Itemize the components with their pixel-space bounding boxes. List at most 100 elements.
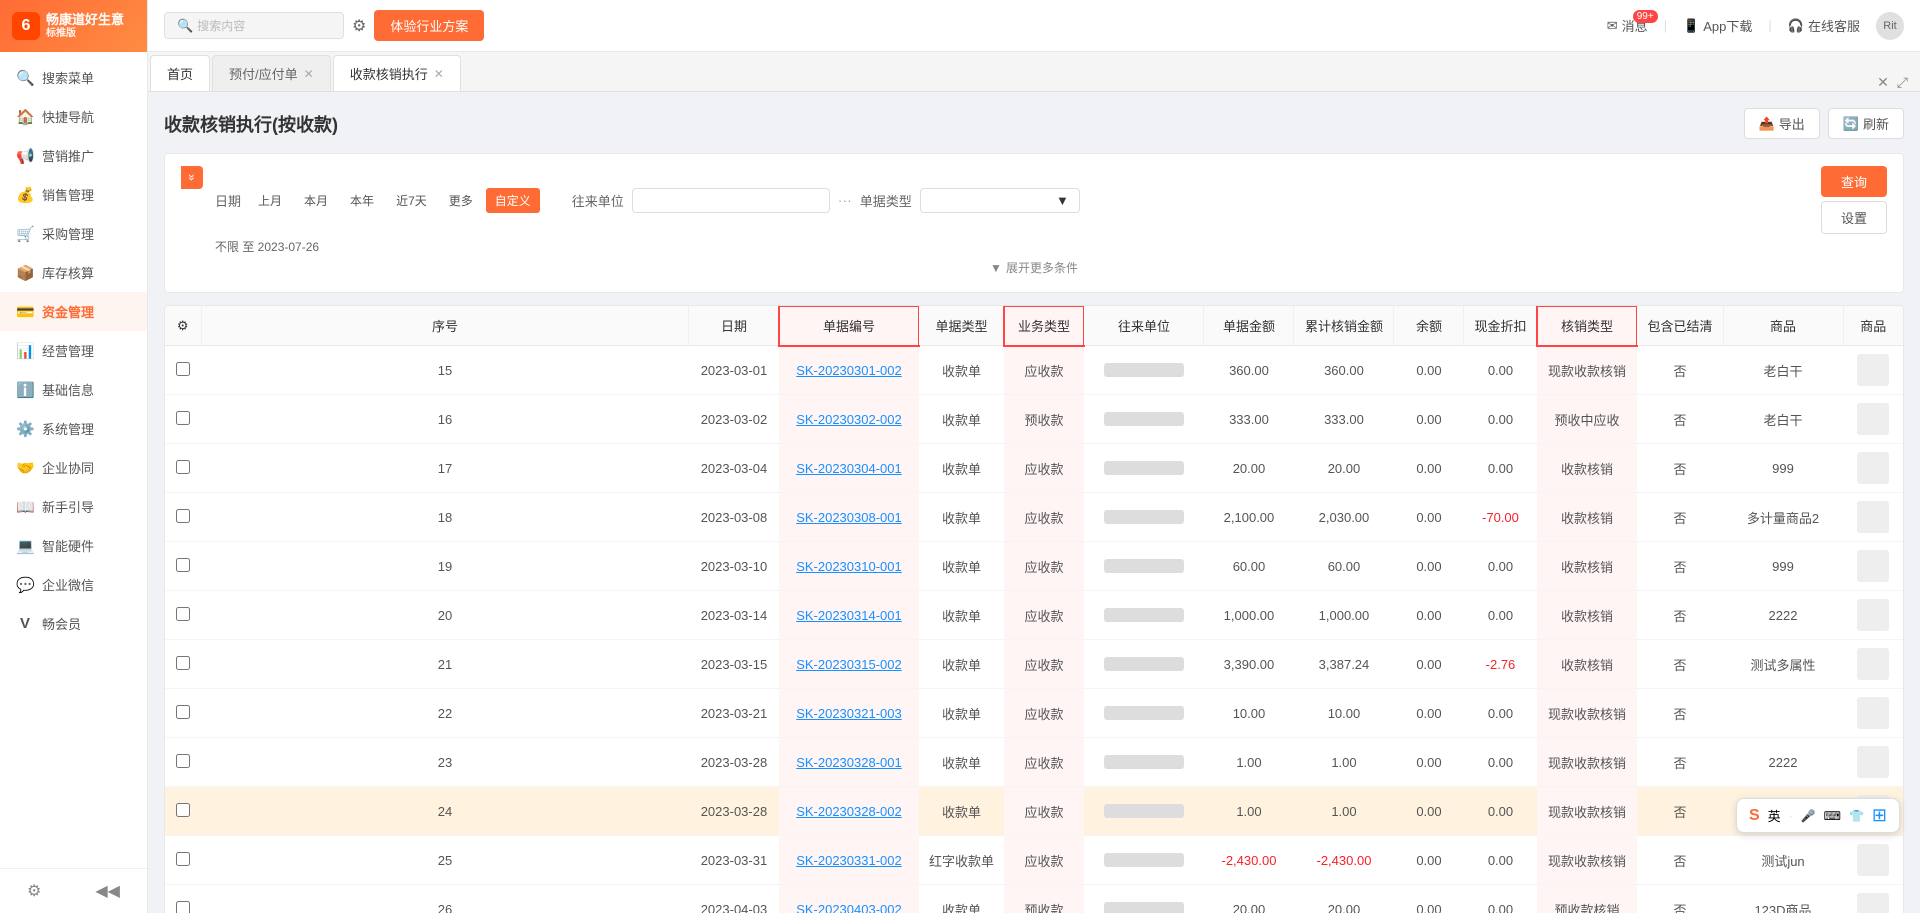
- doc-type-select[interactable]: ▼: [920, 188, 1080, 213]
- row-docno[interactable]: SK-20230328-001: [779, 738, 919, 787]
- sidebar-item-basic[interactable]: ℹ️ 基础信息: [0, 370, 147, 409]
- shirt-icon[interactable]: 👕: [1849, 809, 1864, 823]
- row-balance: 0.00: [1394, 787, 1464, 836]
- sidebar-item-operations[interactable]: 📊 经营管理: [0, 331, 147, 370]
- custom-btn[interactable]: 自定义: [486, 188, 540, 213]
- row-docno[interactable]: SK-20230331-002: [779, 836, 919, 885]
- sidebar-item-wechat[interactable]: 💬 企业微信: [0, 565, 147, 604]
- mic-icon[interactable]: 🎤: [1801, 809, 1816, 823]
- col-header-partner: 往来单位: [1084, 306, 1204, 346]
- prev-month-btn[interactable]: 上月: [249, 188, 291, 213]
- sidebar-item-member[interactable]: V 畅会员: [0, 604, 147, 643]
- expand-more-conditions[interactable]: ▼ 展开更多条件: [181, 255, 1887, 280]
- sidebar-item-sales[interactable]: 💰 销售管理: [0, 175, 147, 214]
- online-service-button[interactable]: 🎧 在线客服: [1788, 16, 1860, 35]
- row-incl: 否: [1637, 738, 1723, 787]
- row-docno[interactable]: SK-20230314-001: [779, 591, 919, 640]
- row-cumwrite: 2,030.00: [1294, 493, 1394, 542]
- topbar-gear-icon[interactable]: ⚙: [352, 16, 366, 36]
- sidebar-item-search[interactable]: 🔍 搜索菜单: [0, 58, 147, 97]
- grid-icon[interactable]: ⊞: [1872, 805, 1887, 826]
- row-checkbox[interactable]: [165, 542, 201, 591]
- tab-prepay[interactable]: 预付/应付单 ✕: [212, 55, 331, 91]
- row-amount: 20.00: [1204, 885, 1294, 913]
- row-writetype: 收款核销: [1537, 444, 1637, 493]
- this-year-btn[interactable]: 本年: [341, 188, 383, 213]
- col-header-docno: 单据编号: [779, 306, 919, 346]
- row-docno[interactable]: SK-20230315-002: [779, 640, 919, 689]
- sidebar-item-marketing[interactable]: 📢 营销推广: [0, 136, 147, 175]
- expand-tab-icon[interactable]: ⤢: [1897, 74, 1908, 91]
- tab-writeoff[interactable]: 收款核销执行 ✕: [333, 55, 461, 91]
- sidebar-item-hardware[interactable]: 💻 智能硬件: [0, 526, 147, 565]
- col-header-gear[interactable]: ⚙: [165, 306, 201, 346]
- sidebar-item-system[interactable]: ⚙️ 系统管理: [0, 409, 147, 448]
- row-biztype: 应收款: [1004, 640, 1084, 689]
- refresh-button[interactable]: 🔄 刷新: [1828, 108, 1904, 139]
- settings-icon[interactable]: ⚙: [19, 877, 49, 905]
- search-menu-icon: 🔍: [16, 69, 34, 87]
- guide-icon: 📖: [16, 498, 34, 516]
- row-incl: 否: [1637, 836, 1723, 885]
- sidebar-item-guide[interactable]: 📖 新手引导: [0, 487, 147, 526]
- row-docno[interactable]: SK-20230328-002: [779, 787, 919, 836]
- basic-icon: ℹ️: [16, 381, 34, 399]
- sidebar-item-inventory[interactable]: 📦 库存核算: [0, 253, 147, 292]
- logo-icon: 6: [12, 12, 40, 40]
- sidebar-item-purchase[interactable]: 🛒 采购管理: [0, 214, 147, 253]
- partner-filter-input[interactable]: [632, 188, 830, 213]
- col-header-date: 日期: [689, 306, 779, 346]
- last7-btn[interactable]: 近7天: [387, 188, 436, 213]
- row-checkbox[interactable]: [165, 836, 201, 885]
- row-docno[interactable]: SK-20230302-002: [779, 395, 919, 444]
- avatar[interactable]: Rit: [1876, 12, 1904, 40]
- row-doctype: 收款单: [919, 591, 1004, 640]
- row-docno[interactable]: SK-20230403-002: [779, 885, 919, 913]
- row-checkbox[interactable]: [165, 787, 201, 836]
- row-writetype: 收款核销: [1537, 542, 1637, 591]
- row-partner: [1084, 738, 1204, 787]
- row-goods: [1723, 689, 1843, 738]
- row-docno[interactable]: SK-20230308-001: [779, 493, 919, 542]
- message-button[interactable]: ✉ 消息 99+: [1607, 16, 1648, 35]
- row-checkbox[interactable]: [165, 689, 201, 738]
- tab-prepay-close[interactable]: ✕: [304, 67, 314, 81]
- row-checkbox[interactable]: [165, 493, 201, 542]
- export-button[interactable]: 📤 导出: [1744, 108, 1820, 139]
- filter-ellipsis[interactable]: ···: [838, 192, 852, 208]
- col-header-cashdisc: 现金折扣: [1464, 306, 1537, 346]
- solution-button[interactable]: 体验行业方案: [374, 10, 484, 41]
- row-goods: 123D商品: [1723, 885, 1843, 913]
- tab-home[interactable]: 首页: [150, 55, 210, 91]
- app-edition: 标推版: [46, 28, 124, 40]
- filter-expand-left-button[interactable]: »: [181, 166, 203, 189]
- row-checkbox[interactable]: [165, 738, 201, 787]
- keyboard-icon[interactable]: ⌨: [1824, 809, 1841, 823]
- sidebar-item-quicknav[interactable]: 🏠 快捷导航: [0, 97, 147, 136]
- sidebar-item-corp[interactable]: 🤝 企业协同: [0, 448, 147, 487]
- row-goods: 999: [1723, 444, 1843, 493]
- collapse-icon[interactable]: ◀◀: [87, 877, 128, 905]
- row-checkbox[interactable]: [165, 346, 201, 395]
- row-docno[interactable]: SK-20230310-001: [779, 542, 919, 591]
- row-checkbox[interactable]: [165, 640, 201, 689]
- row-checkbox[interactable]: [165, 885, 201, 913]
- row-checkbox[interactable]: [165, 444, 201, 493]
- more-btn[interactable]: 更多: [440, 188, 482, 213]
- this-month-btn[interactable]: 本月: [295, 188, 337, 213]
- row-checkbox[interactable]: [165, 591, 201, 640]
- settings-filter-button[interactable]: 设置: [1821, 201, 1887, 234]
- row-incl: 否: [1637, 787, 1723, 836]
- row-docno[interactable]: SK-20230321-003: [779, 689, 919, 738]
- topbar-search[interactable]: 🔍 搜索内容: [164, 12, 344, 39]
- tab-writeoff-close[interactable]: ✕: [434, 67, 444, 81]
- close-tab-icon[interactable]: ✕: [1877, 74, 1889, 91]
- sidebar-item-finance[interactable]: 💳 资金管理: [0, 292, 147, 331]
- row-cumwrite: 1.00: [1294, 787, 1394, 836]
- app-download-button[interactable]: 📱 App下载: [1683, 16, 1752, 35]
- query-button[interactable]: 查询: [1821, 166, 1887, 197]
- row-cashdisc: 0.00: [1464, 444, 1537, 493]
- row-checkbox[interactable]: [165, 395, 201, 444]
- row-docno[interactable]: SK-20230304-001: [779, 444, 919, 493]
- row-docno[interactable]: SK-20230301-002: [779, 346, 919, 395]
